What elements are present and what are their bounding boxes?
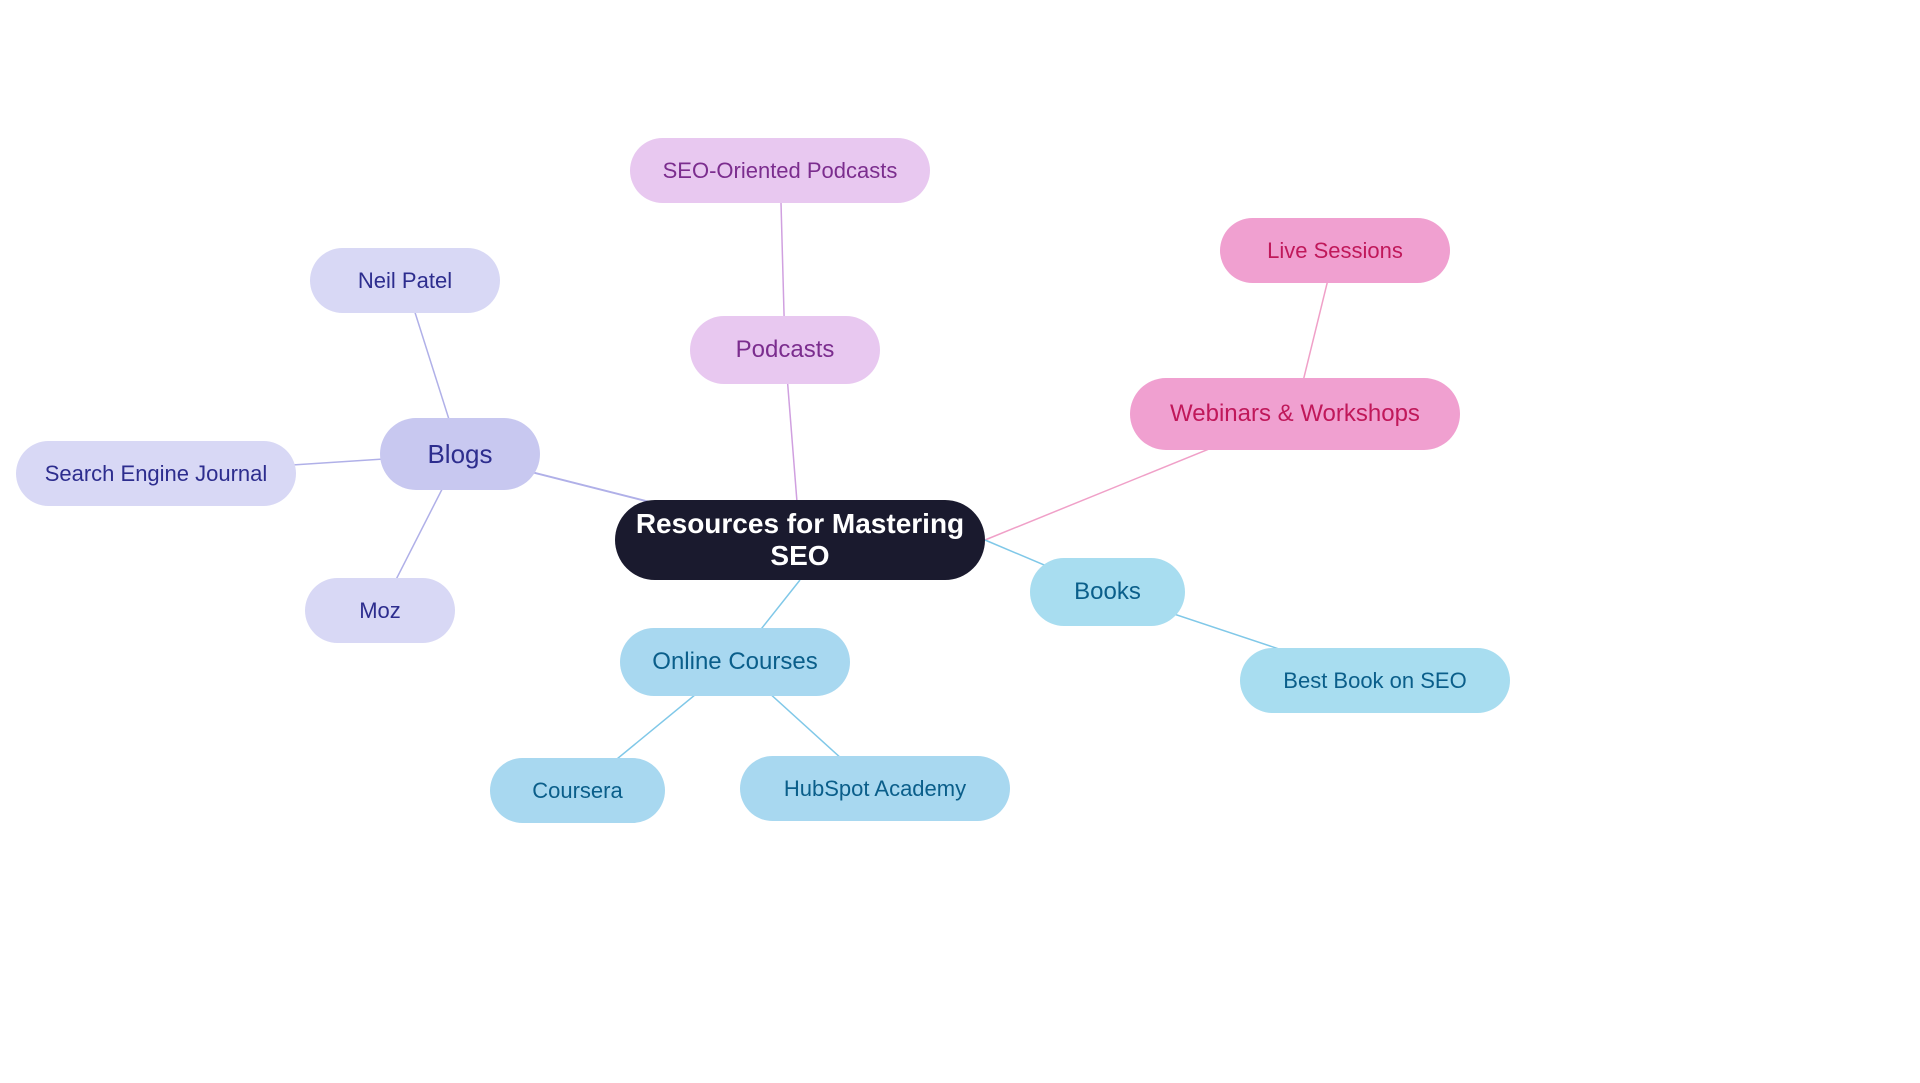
center-node-label: Resources for Mastering SEO <box>615 508 985 572</box>
neil-patel-node-label: Neil Patel <box>358 268 452 294</box>
coursera-node-label: Coursera <box>532 778 622 804</box>
search-engine-journal-node[interactable]: Search Engine Journal <box>16 441 296 506</box>
coursera-node[interactable]: Coursera <box>490 758 665 823</box>
online-courses-node[interactable]: Online Courses <box>620 628 850 696</box>
seo-podcasts-node-label: SEO-Oriented Podcasts <box>663 158 898 184</box>
blogs-node-label: Blogs <box>427 439 492 470</box>
best-book-node[interactable]: Best Book on SEO <box>1240 648 1510 713</box>
seo-podcasts-node[interactable]: SEO-Oriented Podcasts <box>630 138 930 203</box>
webinars-node-label: Webinars & Workshops <box>1170 400 1420 428</box>
hubspot-node[interactable]: HubSpot Academy <box>740 756 1010 821</box>
live-sessions-node[interactable]: Live Sessions <box>1220 218 1450 283</box>
webinars-node[interactable]: Webinars & Workshops <box>1130 378 1460 450</box>
podcasts-node[interactable]: Podcasts <box>690 316 880 384</box>
hubspot-node-label: HubSpot Academy <box>784 776 966 802</box>
moz-node-label: Moz <box>359 598 401 624</box>
moz-node[interactable]: Moz <box>305 578 455 643</box>
neil-patel-node[interactable]: Neil Patel <box>310 248 500 313</box>
online-courses-node-label: Online Courses <box>652 648 817 676</box>
search-engine-journal-node-label: Search Engine Journal <box>45 461 268 487</box>
books-node[interactable]: Books <box>1030 558 1185 626</box>
podcasts-node-label: Podcasts <box>736 336 835 364</box>
live-sessions-node-label: Live Sessions <box>1267 238 1403 264</box>
books-node-label: Books <box>1074 578 1141 606</box>
center-node[interactable]: Resources for Mastering SEO <box>615 500 985 580</box>
blogs-node[interactable]: Blogs <box>380 418 540 490</box>
best-book-node-label: Best Book on SEO <box>1283 668 1466 694</box>
